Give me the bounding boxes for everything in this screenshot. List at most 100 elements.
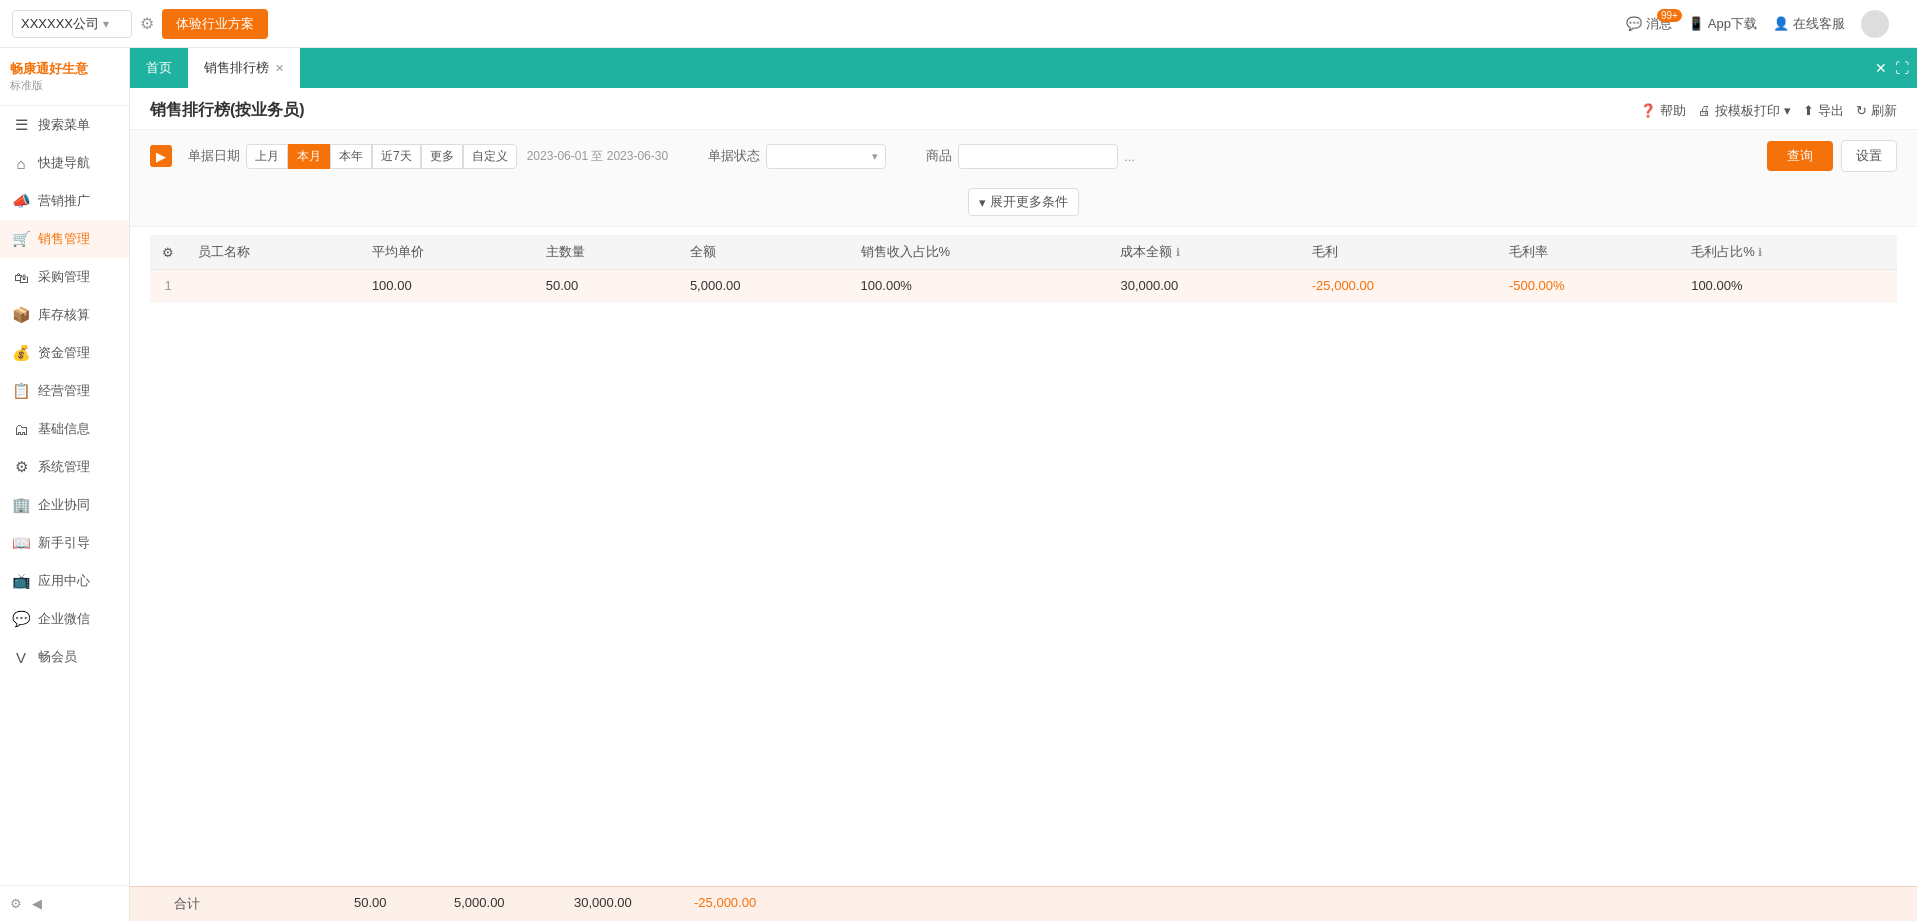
date-tab-last-month[interactable]: 上月 [246,144,288,169]
footer-main-qty: 50.00 [342,895,442,913]
sales-pct-cell: 100.00% [849,270,1109,302]
gross-rate-cell: -500.00% [1497,270,1679,302]
message-badge: 99+ [1657,9,1682,22]
sidebar-label: 基础信息 [38,420,90,438]
table-footer: 合计 50.00 5,000.00 30,000.00 -25,000.00 [130,886,1917,921]
export-button[interactable]: ⬆ 导出 [1803,102,1844,120]
sidebar-item-guide[interactable]: 📖 新手引导 [0,524,129,562]
sidebar-item-app-center[interactable]: 📺 应用中心 [0,562,129,600]
sidebar-item-operations[interactable]: 📋 经营管理 [0,372,129,410]
page-content: 销售排行榜(按业务员) ❓ 帮助 🖨 按模板打印 ▾ ⬆ [130,88,1917,921]
col-settings[interactable]: ⚙ [150,235,186,270]
gross-pct-cell: 100.00% [1679,270,1897,302]
table-area: ⚙ 员工名称 平均单价 主数量 全额 销售收入占比% 成本全额 ℹ [130,227,1917,886]
footer-amount: 5,000.00 [442,895,562,913]
company-select[interactable]: XXXXXX公司 ▾ [12,10,132,38]
goods-filter: 商品 ... [926,144,1135,169]
sidebar-item-purchase[interactable]: 🛍 采购管理 [0,258,129,296]
date-tab-this-year[interactable]: 本年 [330,144,372,169]
service-icon: 👤 [1773,16,1789,31]
avg-price-cell: 100.00 [360,270,534,302]
online-service-button[interactable]: 👤 在线客服 [1773,15,1845,33]
tab-bar-close-icon[interactable]: ✕ [1875,60,1887,76]
expand-more-button[interactable]: ▾ 展开更多条件 [968,188,1079,216]
cost-info-icon[interactable]: ℹ [1176,246,1180,258]
sidebar-item-quick-nav[interactable]: ⌂ 快捷导航 [0,144,129,182]
help-button[interactable]: ❓ 帮助 [1640,102,1686,120]
date-tab-more[interactable]: 更多 [421,144,463,169]
sidebar-settings-icon[interactable]: ⚙ [10,896,22,911]
expand-row: ▾ 展开更多条件 [150,180,1897,216]
wechat-icon: 💬 [12,610,30,628]
sidebar-label: 库存核算 [38,306,90,324]
footer-cost-amount: 30,000.00 [562,895,682,913]
date-tabs: 上月 本月 本年 近7天 更多 自定义 [246,144,517,169]
sidebar-label: 采购管理 [38,268,90,286]
sidebar-item-sales[interactable]: 🛒 销售管理 [0,220,129,258]
sidebar-item-system[interactable]: ⚙ 系统管理 [0,448,129,486]
sidebar-item-search-order[interactable]: ☰ 搜索菜单 [0,106,129,144]
header-actions: ❓ 帮助 🖨 按模板打印 ▾ ⬆ 导出 ↻ [1640,102,1897,120]
sidebar-collapse-icon[interactable]: ◀ [32,896,42,911]
purchase-icon: 🛍 [12,269,30,286]
sidebar-label: 经营管理 [38,382,90,400]
guide-icon: 📖 [12,534,30,552]
collab-icon: 🏢 [12,496,30,514]
tab-bar-expand-icon[interactable]: ⛶ [1895,60,1909,76]
finance-icon: 💰 [12,344,30,362]
filter-toggle-button[interactable]: ▶ [150,145,172,167]
app-download-button[interactable]: 📱 App下载 [1688,15,1757,33]
logo-sub: 标准版 [10,78,119,93]
sidebar-item-finance[interactable]: 💰 资金管理 [0,334,129,372]
tab-bar: 首页 销售排行榜 ✕ ✕ ⛶ [130,48,1917,88]
basic-info-icon: 🗂 [12,421,30,438]
sales-rank-table: ⚙ 员工名称 平均单价 主数量 全额 销售收入占比% 成本全额 ℹ [150,235,1897,302]
sidebar-label: 快捷导航 [38,154,90,172]
avatar[interactable] [1861,10,1889,38]
print-chevron-icon: ▾ [1784,103,1791,118]
vip-icon: V [12,649,30,666]
date-label: 单据日期 [188,147,240,165]
sidebar-label: 搜索菜单 [38,116,90,134]
table-row: 1 100.00 50.00 5,000.00 100.00% 30,000.0… [150,270,1897,302]
tab-sales-rank[interactable]: 销售排行榜 ✕ [188,48,300,88]
help-icon: ❓ [1640,103,1656,118]
page-header: 销售排行榜(按业务员) ❓ 帮助 🖨 按模板打印 ▾ ⬆ [130,88,1917,130]
filter-right-buttons: 查询 设置 [1767,140,1897,172]
message-button[interactable]: 💬 消息 99+ [1626,15,1672,33]
footer-gross: -25,000.00 [682,895,802,913]
expand-label: 展开更多条件 [990,193,1068,211]
sidebar-item-inventory[interactable]: 📦 库存核算 [0,296,129,334]
col-cost-amount: 成本全额 ℹ [1108,235,1299,270]
tab-close-icon[interactable]: ✕ [275,62,284,75]
settings-icon[interactable]: ⚙ [140,14,154,33]
print-button[interactable]: 🖨 按模板打印 ▾ [1698,102,1791,120]
gross-pct-info-icon[interactable]: ℹ [1758,246,1762,258]
try-industry-button[interactable]: 体验行业方案 [162,9,268,39]
sidebar-item-basic-info[interactable]: 🗂 基础信息 [0,410,129,448]
top-bar-right: 💬 消息 99+ 📱 App下载 👤 在线客服 [1626,10,1905,38]
query-button[interactable]: 查询 [1767,141,1833,171]
gross-cell: -25,000.00 [1300,270,1497,302]
sidebar-bottom: ⚙ ◀ [0,885,129,921]
goods-input[interactable] [958,144,1118,169]
tab-home[interactable]: 首页 [130,48,188,88]
logo-area: 畅康通好生意 标准版 [0,48,129,106]
chevron-down-icon: ▾ [103,17,109,31]
status-select[interactable] [766,144,886,169]
goods-more-icon[interactable]: ... [1124,149,1135,164]
date-tab-7days[interactable]: 近7天 [372,144,421,169]
settings-small-button[interactable]: 设置 [1841,140,1897,172]
amount-cell: 5,000.00 [678,270,849,302]
refresh-button[interactable]: ↻ 刷新 [1856,102,1897,120]
date-tab-this-month[interactable]: 本月 [288,144,330,169]
sidebar-item-marketing[interactable]: 📣 营销推广 [0,182,129,220]
sidebar-label: 应用中心 [38,572,90,590]
app-center-icon: 📺 [12,572,30,590]
status-select-wrap [766,144,886,169]
sidebar-item-enterprise-collab[interactable]: 🏢 企业协同 [0,486,129,524]
date-tab-custom[interactable]: 自定义 [463,144,517,169]
sidebar-item-wechat[interactable]: 💬 企业微信 [0,600,129,638]
sidebar-item-vip[interactable]: V 畅会员 [0,638,129,676]
date-filter: 单据日期 上月 本月 本年 近7天 更多 自定义 2023-06-01 至 20… [188,144,668,169]
